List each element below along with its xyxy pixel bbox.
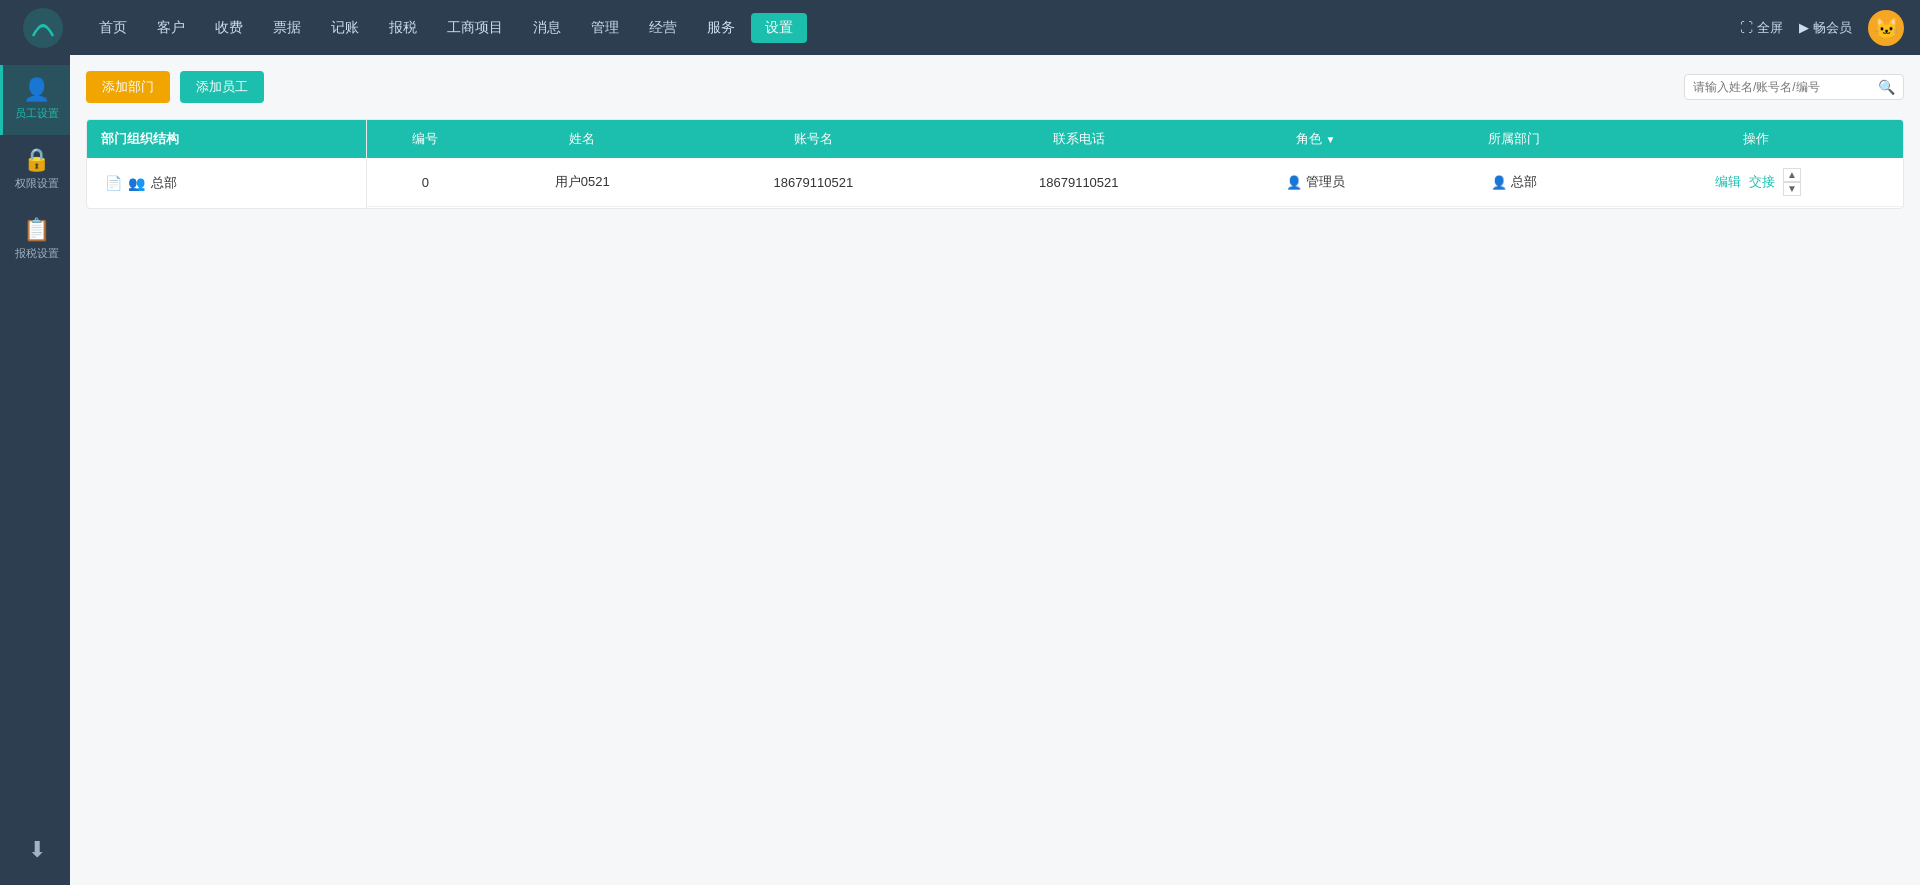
emp-table: 编号 姓名 账号名 联系电话 角色 ▼ 所属部门 操作: [367, 120, 1903, 208]
nav-item-设置[interactable]: 设置: [751, 13, 807, 43]
cell-dept: 👤 总部: [1420, 158, 1609, 207]
main-layout: 👤 员工设置 🔒 权限设置 📋 报税设置 ⬇ 添加部门 添加员工 🔍: [0, 55, 1920, 885]
nav-item-消息[interactable]: 消息: [519, 13, 575, 43]
scroll-up-btn[interactable]: ▲: [1783, 168, 1801, 182]
sidebar-item-员工设置[interactable]: 👤 员工设置: [0, 65, 70, 135]
download-icon: ⬇: [28, 839, 46, 861]
toolbar: 添加部门 添加员工 🔍: [86, 71, 1904, 103]
sidebar-item-报税设置[interactable]: 📋 报税设置: [0, 205, 70, 275]
tree-header-label: 部门组织结构: [101, 131, 179, 146]
transfer-link[interactable]: 交接: [1749, 173, 1775, 191]
scroll-down-btn[interactable]: ▼: [1783, 182, 1801, 196]
nav-item-工商项目[interactable]: 工商项目: [433, 13, 517, 43]
employee-table: 编号 姓名 账号名 联系电话 角色 ▼ 所属部门 操作: [367, 120, 1903, 207]
edit-link[interactable]: 编辑: [1715, 173, 1741, 191]
sidebar-label: 员工设置: [15, 106, 59, 121]
avatar[interactable]: 🐱: [1868, 10, 1904, 46]
col-phone: 联系电话: [946, 120, 1211, 158]
col-role-label: 角色: [1296, 131, 1322, 146]
tree-body: 📄 👥 总部: [87, 158, 366, 208]
tree-item-headquarters[interactable]: 📄 👥 总部: [97, 168, 356, 198]
cell-name: 用户0521: [484, 158, 681, 207]
add-emp-button[interactable]: 添加员工: [180, 71, 264, 103]
search-box: 🔍: [1684, 74, 1904, 100]
cell-id: 0: [367, 158, 484, 207]
nav-right: ⛶ 全屏 ▶ 畅会员 🐱: [1740, 10, 1920, 46]
sidebar-icon: 👤: [23, 79, 50, 101]
nav-item-服务[interactable]: 服务: [693, 13, 749, 43]
svg-point-0: [23, 8, 63, 48]
user-group-icon: 👥: [128, 175, 145, 191]
search-input[interactable]: [1693, 80, 1878, 94]
nav-item-管理[interactable]: 管理: [577, 13, 633, 43]
cell-phone: 18679110521: [946, 158, 1211, 207]
filter-icon: ▼: [1326, 134, 1336, 145]
tree-item-label: 总部: [151, 174, 177, 192]
nav-item-客户[interactable]: 客户: [143, 13, 199, 43]
fullscreen-label: 全屏: [1757, 19, 1783, 37]
vip-icon: ▶: [1799, 20, 1809, 35]
sidebar-download[interactable]: ⬇: [0, 825, 70, 875]
nav-item-收费[interactable]: 收费: [201, 13, 257, 43]
table-body: 0 用户0521 18679110521 18679110521 👤 管理员 👤…: [367, 158, 1903, 207]
col-action: 操作: [1609, 120, 1903, 158]
logo: [10, 8, 75, 48]
top-nav: 首页客户收费票据记账报税工商项目消息管理经营服务设置 ⛶ 全屏 ▶ 畅会员 🐱: [0, 0, 1920, 55]
sidebar-label: 权限设置: [15, 176, 59, 191]
col-id: 编号: [367, 120, 484, 158]
content-area: 添加部门 添加员工 🔍 部门组织结构 📄 👥 总部: [70, 55, 1920, 885]
dept-label: 总部: [1511, 173, 1537, 191]
role-label: 管理员: [1306, 173, 1345, 191]
sidebar-bottom: ⬇: [0, 825, 70, 885]
table-header-row: 编号 姓名 账号名 联系电话 角色 ▼ 所属部门 操作: [367, 120, 1903, 158]
tree-header: 部门组织结构: [87, 120, 366, 158]
vip-label: 畅会员: [1813, 19, 1852, 37]
nav-item-首页[interactable]: 首页: [85, 13, 141, 43]
nav-item-报税[interactable]: 报税: [375, 13, 431, 43]
dept-tree: 部门组织结构 📄 👥 总部: [87, 120, 367, 208]
col-role[interactable]: 角色 ▼: [1211, 120, 1419, 158]
cell-role: 👤 管理员: [1211, 158, 1419, 207]
dept-icon: 👤: [1491, 175, 1507, 190]
sidebar-icon: 📋: [23, 219, 50, 241]
col-name: 姓名: [484, 120, 681, 158]
sidebar: 👤 员工设置 🔒 权限设置 📋 报税设置 ⬇: [0, 55, 70, 885]
fullscreen-icon: ⛶: [1740, 20, 1753, 35]
nav-item-经营[interactable]: 经营: [635, 13, 691, 43]
sidebar-label: 报税设置: [15, 246, 59, 261]
cell-actions: 编辑 交接 ▲ ▼: [1609, 158, 1903, 206]
add-dept-button[interactable]: 添加部门: [86, 71, 170, 103]
split-panel: 部门组织结构 📄 👥 总部 编号 姓名: [86, 119, 1904, 209]
nav-menu: 首页客户收费票据记账报税工商项目消息管理经营服务设置: [85, 13, 1740, 43]
table-row: 0 用户0521 18679110521 18679110521 👤 管理员 👤…: [367, 158, 1903, 207]
col-account: 账号名: [681, 120, 946, 158]
role-icon: 👤: [1286, 175, 1302, 190]
sidebar-icon: 🔒: [23, 149, 50, 171]
cell-account: 18679110521: [681, 158, 946, 207]
vip-button[interactable]: ▶ 畅会员: [1799, 19, 1852, 37]
fullscreen-button[interactable]: ⛶ 全屏: [1740, 19, 1783, 37]
nav-item-记账[interactable]: 记账: [317, 13, 373, 43]
sidebar-item-权限设置[interactable]: 🔒 权限设置: [0, 135, 70, 205]
search-icon[interactable]: 🔍: [1878, 79, 1895, 95]
file-icon: 📄: [105, 175, 122, 191]
nav-item-票据[interactable]: 票据: [259, 13, 315, 43]
col-dept: 所属部门: [1420, 120, 1609, 158]
